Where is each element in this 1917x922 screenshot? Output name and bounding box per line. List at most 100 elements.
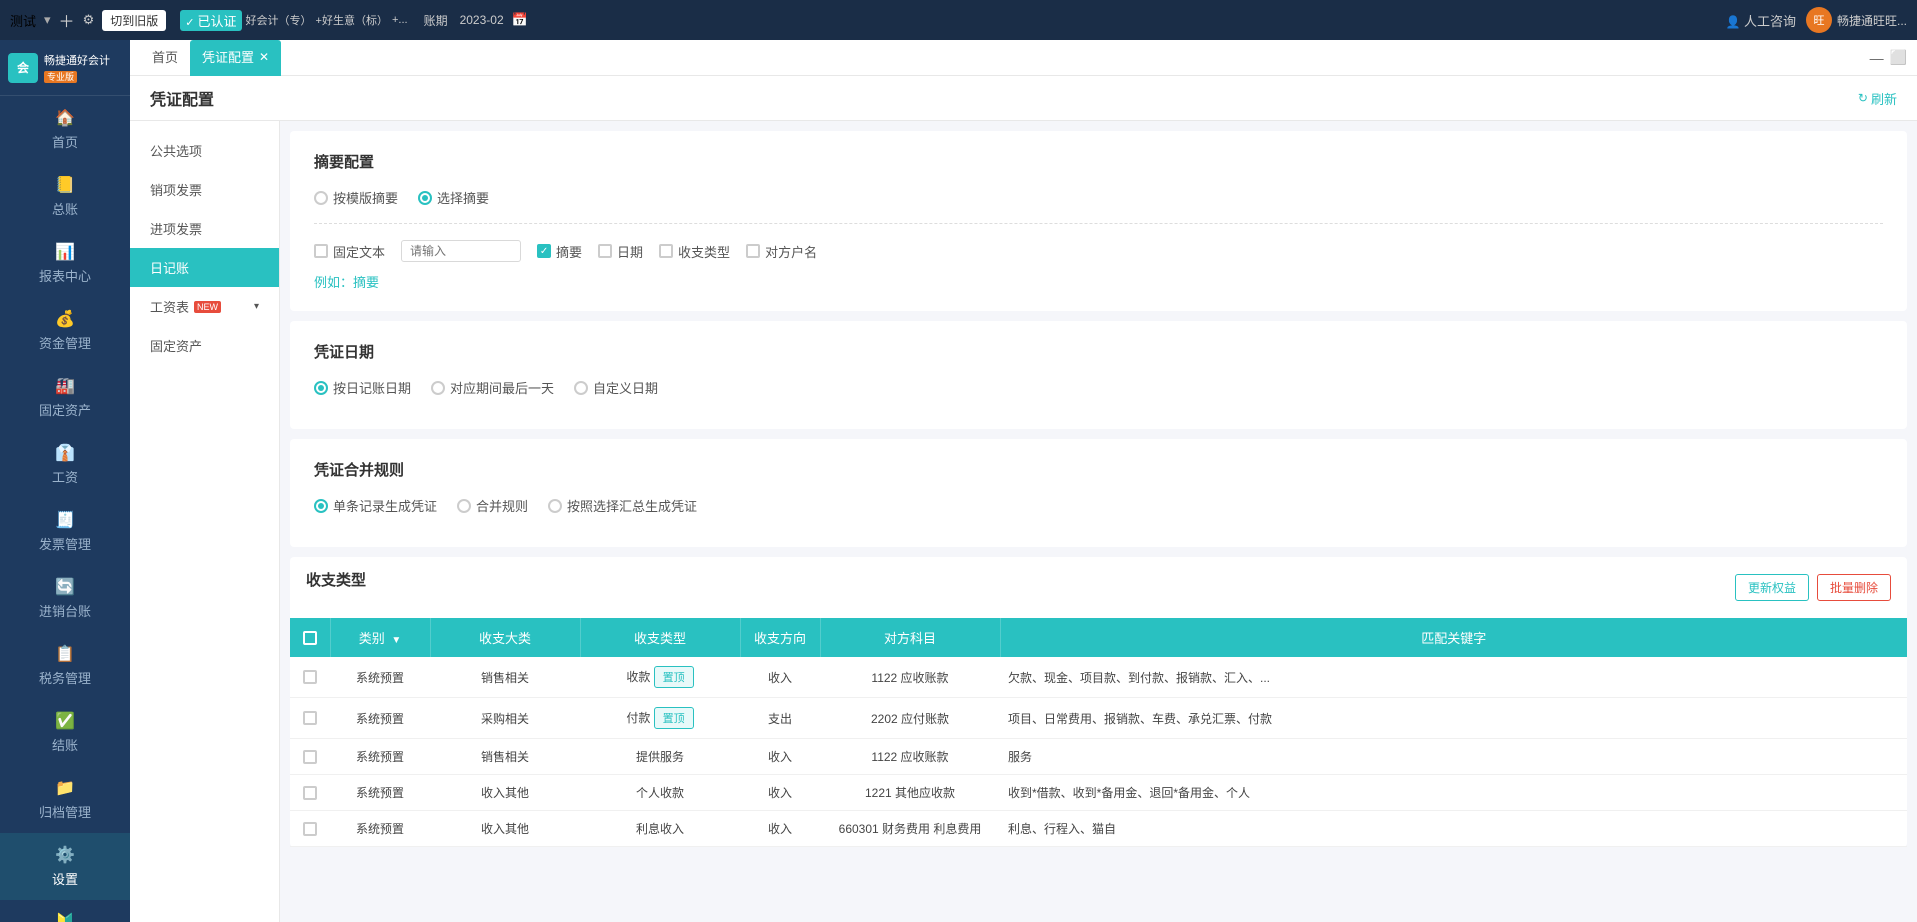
radio-template-summary[interactable]: 按模版摘要 xyxy=(314,188,398,207)
reset-btn-1[interactable]: 置顶 xyxy=(654,707,694,729)
user-menu[interactable]: 旺 畅捷通旺旺... xyxy=(1806,7,1907,33)
badge-accounting: 好会计（专） xyxy=(246,12,312,28)
voucher-date-section: 凭证日期 按日记账日期 对应期间最后一天 自定义日期 xyxy=(290,321,1907,429)
badge-more: +... xyxy=(392,14,408,26)
row-checkbox-3[interactable] xyxy=(303,786,317,800)
switch-old-version-button[interactable]: 切到旧版 xyxy=(102,10,166,31)
batch-delete-button[interactable]: 批量删除 xyxy=(1817,574,1891,601)
tab-maximize-button[interactable]: ⬜ xyxy=(1890,49,1907,66)
left-nav-item-diary[interactable]: 日记账 xyxy=(130,248,279,287)
sidebar-item-home[interactable]: 🏠 首页 xyxy=(0,96,130,163)
radio-template-summary-label: 按模版摘要 xyxy=(333,188,398,207)
sidebar-item-salary[interactable]: 👔 工资 xyxy=(0,431,130,498)
cell-category-4: 系统预置 xyxy=(330,811,430,847)
sidebar-item-label-funds: 资金管理 xyxy=(39,333,91,352)
cell-type-3: 个人收款 xyxy=(580,775,740,811)
sidebar-item-assets[interactable]: 🏭 固定资产 xyxy=(0,364,130,431)
cell-type-1: 付款 置顶 xyxy=(580,698,740,739)
radio-single-record[interactable]: 单条记录生成凭证 xyxy=(314,496,437,515)
th-checkbox[interactable] xyxy=(290,618,330,657)
checkbox-type-label: 收支类型 xyxy=(678,242,730,261)
cell-account-3: 1221 其他应收款 xyxy=(820,775,1000,811)
checkbox-fixed-text[interactable]: 固定文本 xyxy=(314,242,385,261)
cell-checkbox-1[interactable] xyxy=(290,698,330,739)
left-nav-item-fixed-assets[interactable]: 固定资产 xyxy=(130,326,279,365)
cell-direction-1: 支出 xyxy=(740,698,820,739)
cell-checkbox-3[interactable] xyxy=(290,775,330,811)
fixed-text-input[interactable] xyxy=(401,240,521,262)
cell-checkbox-2[interactable] xyxy=(290,739,330,775)
left-nav-label-fixed-assets: 固定资产 xyxy=(150,336,202,355)
top-bar-settings-icon[interactable]: ⚙ xyxy=(83,12,95,28)
row-checkbox-0[interactable] xyxy=(303,670,317,684)
sidebar-item-label-archive: 归档管理 xyxy=(39,802,91,821)
tab-minimize-button[interactable]: — xyxy=(1870,49,1884,66)
sidebar-item-funds[interactable]: 💰 资金管理 xyxy=(0,297,130,364)
sidebar-logo: 会 畅捷通好会计 专业版 xyxy=(0,40,130,96)
ledger-icon: 📒 xyxy=(55,175,75,195)
sidebar-item-settle[interactable]: ✅ 结账 xyxy=(0,699,130,766)
tab-home[interactable]: 首页 xyxy=(140,40,190,76)
tax-icon: 📋 xyxy=(55,644,75,664)
checkbox-counterparty[interactable]: 对方户名 xyxy=(746,242,817,261)
sidebar-item-purchase[interactable]: 🔄 进销台账 xyxy=(0,565,130,632)
sidebar-item-guide[interactable]: 🔰 新手引导 xyxy=(0,900,130,922)
table-row: 系统预置 销售相关 收款 置顶 收入 1122 应收账款 欠款、现金、项目款、到… xyxy=(290,657,1907,698)
sidebar-item-label-purchase: 进销台账 xyxy=(39,601,91,620)
tab-close-icon[interactable]: ✕ xyxy=(259,50,269,64)
cell-big-category-1: 采购相关 xyxy=(430,698,580,739)
salary-icon: 👔 xyxy=(55,443,75,463)
refresh-button[interactable]: ↻ 刷新 xyxy=(1858,89,1897,108)
row-checkbox-4[interactable] xyxy=(303,822,317,836)
tabs-right-actions: — ⬜ xyxy=(1870,49,1907,66)
sidebar-item-settings[interactable]: ⚙️ 设置 xyxy=(0,833,130,900)
sidebar-item-archive[interactable]: 📁 归档管理 xyxy=(0,766,130,833)
voucher-date-radio-group: 按日记账日期 对应期间最后一天 自定义日期 xyxy=(314,378,1883,397)
consult-button[interactable]: 👤 人工咨询 xyxy=(1726,11,1796,30)
top-bar-dropdown-arrow[interactable]: ▾ xyxy=(44,12,51,28)
badge-business: +好生意（标） xyxy=(316,12,388,28)
checkbox-date[interactable]: 日期 xyxy=(598,242,643,261)
left-nav-item-public[interactable]: 公共选项 xyxy=(130,131,279,170)
radio-select-summary[interactable]: 选择摘要 xyxy=(418,188,489,207)
left-nav-item-purchase-invoice[interactable]: 进项发票 xyxy=(130,209,279,248)
checkbox-summary[interactable]: ✓ 摘要 xyxy=(537,242,582,261)
sidebar-item-ledger[interactable]: 📒 总账 xyxy=(0,163,130,230)
left-nav-label-purchase-invoice: 进项发票 xyxy=(150,219,202,238)
logo-text: 畅捷通好会计 专业版 xyxy=(44,52,110,83)
cell-category-0: 系统预置 xyxy=(330,657,430,698)
radio-custom-date[interactable]: 自定义日期 xyxy=(574,378,658,397)
cell-account-0: 1122 应收账款 xyxy=(820,657,1000,698)
radio-diary-date-label: 按日记账日期 xyxy=(333,378,411,397)
radio-merge-rule-label: 合并规则 xyxy=(476,496,528,515)
row-checkbox-1[interactable] xyxy=(303,711,317,725)
calendar-icon[interactable]: 📅 xyxy=(512,12,528,28)
reset-btn-0[interactable]: 置顶 xyxy=(654,666,694,688)
sidebar-item-tax[interactable]: 📋 税务管理 xyxy=(0,632,130,699)
radio-single-record-circle xyxy=(314,499,328,513)
left-nav-item-salary-table[interactable]: 工资表 NEW ▾ xyxy=(130,287,279,326)
top-bar-add-icon[interactable]: ＋ xyxy=(59,8,75,32)
row-checkbox-2[interactable] xyxy=(303,750,317,764)
content-area: 首页 凭证配置 ✕ — ⬜ 凭证配置 ↻ 刷新 公共选项 xyxy=(130,40,1917,922)
radio-diary-date[interactable]: 按日记账日期 xyxy=(314,378,411,397)
checkbox-type[interactable]: 收支类型 xyxy=(659,242,730,261)
radio-last-day[interactable]: 对应期间最后一天 xyxy=(431,378,554,397)
main-layout: 会 畅捷通好会计 专业版 🏠 首页 📒 总账 📊 报表中心 💰 资金管理 🏭 固… xyxy=(0,40,1917,922)
checkbox-summary-box: ✓ xyxy=(537,244,551,258)
update-rights-button[interactable]: 更新权益 xyxy=(1735,574,1809,601)
sidebar-item-invoices[interactable]: 🧾 发票管理 xyxy=(0,498,130,565)
cell-checkbox-0[interactable] xyxy=(290,657,330,698)
radio-summary-generate[interactable]: 按照选择汇总生成凭证 xyxy=(548,496,697,515)
cell-type-2: 提供服务 xyxy=(580,739,740,775)
sidebar-item-reports[interactable]: 📊 报表中心 xyxy=(0,230,130,297)
tab-voucher-config[interactable]: 凭证配置 ✕ xyxy=(190,40,281,76)
cell-checkbox-4[interactable] xyxy=(290,811,330,847)
radio-merge-rule[interactable]: 合并规则 xyxy=(457,496,528,515)
funds-icon: 💰 xyxy=(55,309,75,329)
reports-icon: 📊 xyxy=(55,242,75,262)
left-nav-item-sales-invoice[interactable]: 销项发票 xyxy=(130,170,279,209)
new-badge: NEW xyxy=(194,301,221,313)
logo-badge: 专业版 xyxy=(44,71,77,83)
select-all-checkbox[interactable] xyxy=(303,631,317,645)
